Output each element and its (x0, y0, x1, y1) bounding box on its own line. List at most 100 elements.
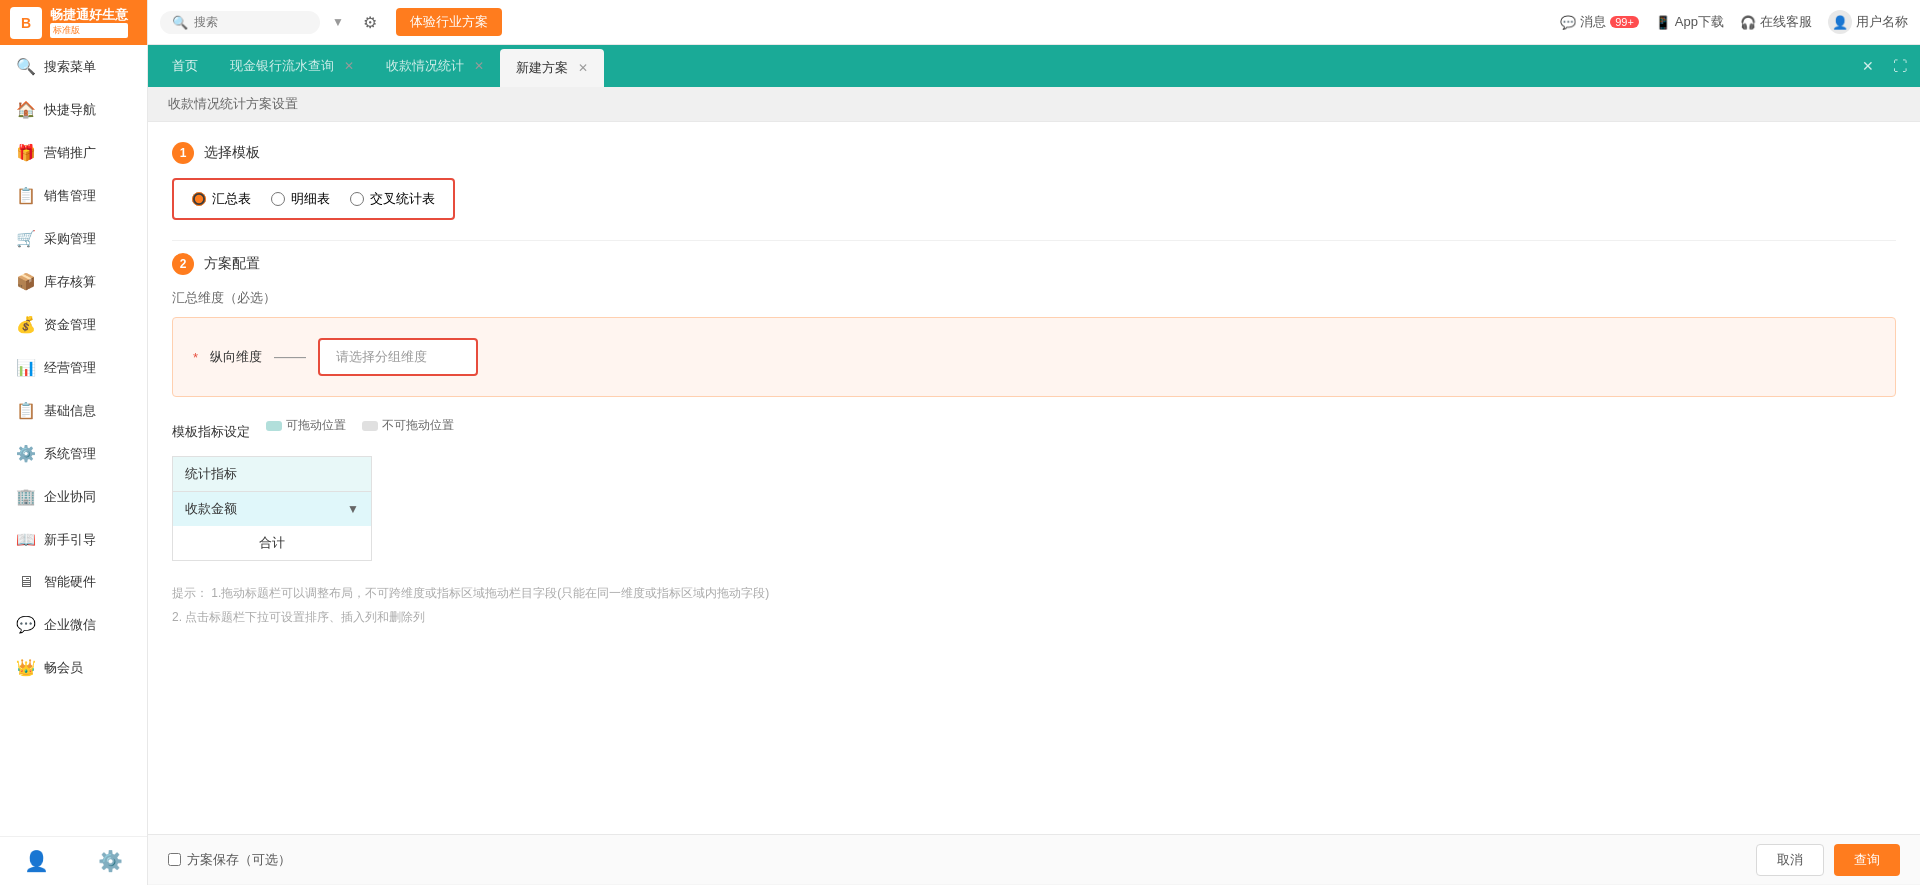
dimension-placeholder: 请选择分组维度 (336, 349, 427, 364)
avatar-icon: 👤 (24, 849, 49, 873)
online-service-button[interactable]: 🎧 在线客服 (1740, 13, 1812, 31)
window-close-button[interactable]: ✕ (1856, 54, 1880, 78)
tab-home[interactable]: 首页 (156, 45, 214, 87)
sidebar-item-label: 新手引导 (44, 531, 96, 549)
search-dropdown-arrow[interactable]: ▼ (332, 15, 344, 29)
inventory-icon: 📦 (16, 272, 36, 291)
hint-section: 提示： 1.拖动标题栏可以调整布局，不可跨维度或指标区域拖动栏目字段(只能在同一… (172, 581, 1896, 629)
sidebar-item-label: 销售管理 (44, 187, 96, 205)
dimension-row: * 纵向维度 —— 请选择分组维度 (193, 338, 1875, 376)
indicator-dropdown-arrow[interactable]: ▼ (347, 502, 359, 516)
content-area: 收款情况统计方案设置 1 选择模板 汇总表 明细表 (148, 87, 1920, 885)
topbar-search-box[interactable]: 🔍 (160, 11, 320, 34)
hint-1: 提示： 1.拖动标题栏可以调整布局，不可跨维度或指标区域拖动栏目字段(只能在同一… (172, 581, 1896, 605)
sidebar-item-purchase[interactable]: 🛒 采购管理 (0, 217, 147, 260)
sidebar-item-business[interactable]: 📊 经营管理 (0, 346, 147, 389)
tab-bank-flow-close[interactable]: ✕ (344, 59, 354, 73)
enterprise-icon: 🏢 (16, 487, 36, 506)
legend-non-draggable: 不可拖动位置 (362, 417, 454, 434)
breadcrumb: 收款情况统计方案设置 (148, 87, 1920, 122)
sidebar-item-label: 资金管理 (44, 316, 96, 334)
save-checkbox-label[interactable]: 方案保存（可选） (168, 851, 291, 869)
dimension-select[interactable]: 请选择分组维度 (318, 338, 478, 376)
step2-header: 2 方案配置 (172, 253, 1896, 275)
indicator-table: 统计指标 收款金额 ▼ 合计 (172, 456, 372, 561)
logo-text: 畅捷通好生意 (50, 7, 128, 23)
radio-summary[interactable]: 汇总表 (192, 190, 251, 208)
tab-new-plan-close[interactable]: ✕ (578, 61, 588, 75)
sidebar-item-sales[interactable]: 📋 销售管理 (0, 174, 147, 217)
tab-bank-flow[interactable]: 现金银行流水查询 ✕ (214, 45, 370, 87)
step2-section: 2 方案配置 汇总维度（必选） * 纵向维度 —— 请选择分组维度 (172, 253, 1896, 629)
sidebar: B 畅捷通好生意 标准版 🔍 搜索菜单 🏠 快捷导航 🎁 营销推广 📋 销售管理… (0, 0, 148, 885)
radio-detail[interactable]: 明细表 (271, 190, 330, 208)
sidebar-item-label: 企业协同 (44, 488, 96, 506)
sidebar-item-system[interactable]: ⚙️ 系统管理 (0, 432, 147, 475)
sidebar-item-member[interactable]: 👑 畅会员 (0, 646, 147, 689)
search-input[interactable] (194, 15, 294, 29)
hint-2: 2. 点击标题栏下拉可设置排序、插入列和删除列 (172, 605, 1896, 629)
app-download-button[interactable]: 📱 App下载 (1655, 13, 1724, 31)
settings-gear-button[interactable]: ⚙ (356, 8, 384, 36)
draggable-label: 可拖动位置 (286, 417, 346, 434)
sidebar-item-label: 经营管理 (44, 359, 96, 377)
finance-icon: 💰 (16, 315, 36, 334)
notification-button[interactable]: 💬 消息 99+ (1560, 13, 1639, 31)
radio-cross[interactable]: 交叉统计表 (350, 190, 435, 208)
user-avatar[interactable]: 👤 用户名称 (1828, 10, 1908, 34)
save-checkbox[interactable] (168, 853, 181, 866)
step2-number: 2 (172, 253, 194, 275)
indicator-table-header: 统计指标 (173, 457, 371, 492)
dimension-label: 汇总维度（必选） (172, 289, 1896, 307)
tab-home-label: 首页 (172, 57, 198, 75)
query-button[interactable]: 查询 (1834, 844, 1900, 876)
sidebar-bottom-settings[interactable]: ⚙️ (90, 845, 131, 877)
sidebar-bottom-avatar[interactable]: 👤 (16, 845, 57, 877)
sidebar-item-guide[interactable]: 📖 新手引导 (0, 518, 147, 561)
sidebar-item-label: 搜索菜单 (44, 58, 96, 76)
cancel-button[interactable]: 取消 (1756, 844, 1824, 876)
sidebar-item-enterprise[interactable]: 🏢 企业协同 (0, 475, 147, 518)
tab-receipt-stats[interactable]: 收款情况统计 ✕ (370, 45, 500, 87)
sidebar-item-smart-hw[interactable]: 🖥 智能硬件 (0, 561, 147, 603)
download-icon: 📱 (1655, 15, 1671, 30)
sidebar-item-basic-info[interactable]: 📋 基础信息 (0, 389, 147, 432)
topbar-right: 💬 消息 99+ 📱 App下载 🎧 在线客服 👤 用户名称 (1560, 10, 1908, 34)
tab-bank-flow-label: 现金银行流水查询 (230, 57, 334, 75)
trial-industry-button[interactable]: 体验行业方案 (396, 8, 502, 36)
sidebar-item-wechat[interactable]: 💬 企业微信 (0, 603, 147, 646)
radio-cross-input[interactable] (350, 192, 364, 206)
tab-new-plan-label: 新建方案 (516, 59, 568, 77)
tab-receipt-stats-close[interactable]: ✕ (474, 59, 484, 73)
info-icon: 📋 (16, 401, 36, 420)
sidebar-item-marketing[interactable]: 🎁 营销推广 (0, 131, 147, 174)
required-mark: * (193, 350, 198, 365)
sidebar-item-quick-nav[interactable]: 🏠 快捷导航 (0, 88, 147, 131)
user-icon: 👤 (1828, 10, 1852, 34)
step2-title: 方案配置 (204, 255, 260, 273)
window-maximize-button[interactable]: ⛶ (1888, 54, 1912, 78)
sidebar-item-label: 库存核算 (44, 273, 96, 291)
logo-badge: 标准版 (50, 23, 128, 38)
draggable-dot (266, 421, 282, 431)
sidebar-item-label: 快捷导航 (44, 101, 96, 119)
search-icon: 🔍 (16, 57, 36, 76)
sidebar-bottom: 👤 ⚙️ (0, 836, 147, 885)
sidebar-item-search[interactable]: 🔍 搜索菜单 (0, 45, 147, 88)
gift-icon: 🎁 (16, 143, 36, 162)
username-label: 用户名称 (1856, 13, 1908, 31)
sidebar-item-inventory[interactable]: 📦 库存核算 (0, 260, 147, 303)
business-icon: 📊 (16, 358, 36, 377)
indicator-cell-name: 收款金额 (185, 500, 237, 518)
radio-detail-input[interactable] (271, 192, 285, 206)
indicator-title: 模板指标设定 (172, 423, 250, 441)
logo-icon: B (10, 7, 42, 39)
radio-detail-label: 明细表 (291, 190, 330, 208)
sidebar-item-label: 畅会员 (44, 659, 83, 677)
system-icon: ⚙️ (16, 444, 36, 463)
tab-new-plan[interactable]: 新建方案 ✕ (500, 49, 604, 87)
radio-summary-input[interactable] (192, 192, 206, 206)
sidebar-item-finance[interactable]: 💰 资金管理 (0, 303, 147, 346)
wechat-icon: 💬 (16, 615, 36, 634)
sidebar-item-label: 企业微信 (44, 616, 96, 634)
